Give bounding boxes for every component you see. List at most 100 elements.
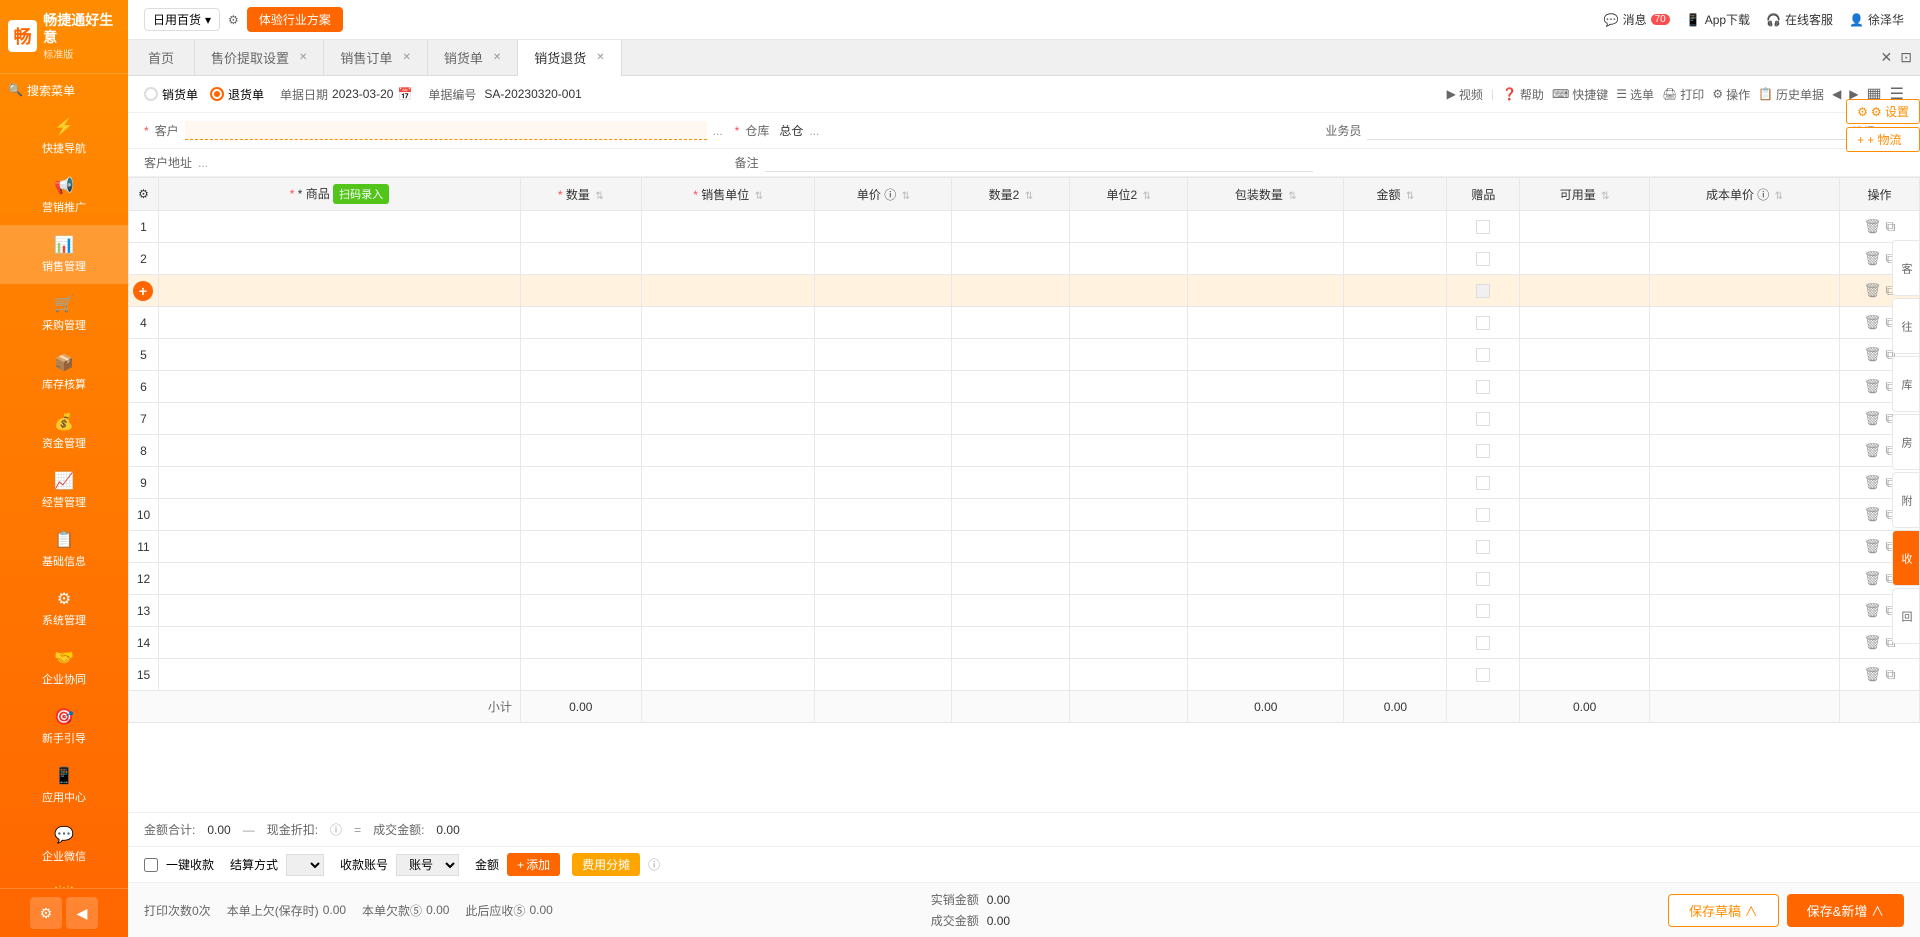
product-cell[interactable] [159,435,521,467]
right-panel-collect[interactable]: 收 [1892,530,1920,586]
unit2-cell[interactable] [1070,371,1188,403]
gift-cell[interactable] [1447,563,1520,595]
sale-unit-cell[interactable] [641,595,815,627]
qty-cell[interactable] [520,595,641,627]
qty-cell[interactable] [520,371,641,403]
cost-price-cell[interactable] [1649,595,1839,627]
add-row-button[interactable]: + [133,281,153,301]
copy-row-icon[interactable]: ⧉ [1885,666,1895,683]
qty2-cell[interactable] [952,531,1070,563]
gift-cell[interactable] [1447,243,1520,275]
gift-checkbox[interactable] [1476,572,1490,586]
sale-unit-cell[interactable] [641,563,815,595]
unit-price-cell[interactable] [815,435,952,467]
cost-price-cell[interactable] [1649,467,1839,499]
available-cell[interactable] [1520,467,1650,499]
delete-row-icon[interactable]: 🗑 [1864,250,1882,267]
cost-price-cell[interactable] [1649,339,1839,371]
unit-price-cell[interactable] [815,499,952,531]
qty2-sort-icon[interactable]: ⇅ [1025,191,1033,202]
product-cell[interactable] [159,243,521,275]
avail-sort-icon[interactable]: ⇅ [1601,191,1609,202]
cost-price-cell[interactable] [1649,435,1839,467]
delete-row-icon[interactable]: 🗑 [1864,538,1882,555]
gear-settings-icon[interactable]: ⚙ [228,13,239,27]
pkg-sort-icon[interactable]: ⇅ [1288,191,1296,202]
gift-cell[interactable] [1447,339,1520,371]
available-cell[interactable] [1520,211,1650,243]
sale-unit-cell[interactable] [641,371,815,403]
unit2-cell[interactable] [1070,435,1188,467]
pkg-qty-cell-active[interactable] [1188,275,1344,307]
available-cell[interactable] [1520,563,1650,595]
qty2-cell[interactable] [952,563,1070,595]
amount-cell[interactable] [1344,595,1447,627]
tab-sales-delivery-close[interactable]: ✕ [493,52,501,63]
delete-row-icon[interactable]: 🗑 [1864,314,1882,331]
gift-checkbox[interactable] [1476,604,1490,618]
delete-row-icon[interactable]: 🗑 [1864,442,1882,459]
unit2-cell-active[interactable] [1070,275,1188,307]
right-panel-room[interactable]: 房 [1892,414,1920,470]
sidebar-item-enterprise[interactable]: 🤝 企业协同 [0,638,128,697]
amount-cell[interactable] [1344,339,1447,371]
right-panel-customer[interactable]: 客 [1892,240,1920,296]
right-panel-attach[interactable]: 附 [1892,472,1920,528]
gift-cell[interactable] [1447,307,1520,339]
qty2-cell[interactable] [952,627,1070,659]
address-dots[interactable]: ... [198,156,208,170]
qty-cell[interactable] [520,499,641,531]
customer-dots[interactable]: ... [713,124,723,138]
available-cell[interactable] [1520,499,1650,531]
cost-price-cell-active[interactable] [1649,275,1839,307]
available-cell[interactable] [1520,627,1650,659]
close-tab-icon[interactable]: ✕ [1881,49,1893,66]
amount-sort-icon[interactable]: ⇅ [1406,191,1414,202]
maximize-tab-icon[interactable]: ⊡ [1900,49,1912,66]
qty2-cell[interactable] [952,499,1070,531]
amount-cell[interactable] [1344,531,1447,563]
tab-home[interactable]: 首页 [128,40,195,76]
sale-unit-cell[interactable] [641,467,815,499]
tab-sales-delivery[interactable]: 销货单 ✕ [428,40,518,76]
tab-sales-order-close[interactable]: ✕ [402,52,410,63]
gift-checkbox-active[interactable] [1476,284,1490,298]
shortcuts-btn[interactable]: ⌨ 快捷键 [1552,86,1608,103]
product-cell[interactable] [159,531,521,563]
cost-price-cell[interactable] [1649,563,1839,595]
available-cell-active[interactable] [1520,275,1650,307]
gift-cell[interactable] [1447,499,1520,531]
delete-row-icon[interactable]: 🗑 [1864,282,1882,299]
unit-price-cell-active[interactable] [815,275,952,307]
history-btn[interactable]: 📋 历史单据 [1758,86,1824,103]
unit2-cell[interactable] [1070,307,1188,339]
unit-price-cell[interactable] [815,243,952,275]
amount-cell[interactable] [1344,307,1447,339]
pkg-qty-cell[interactable] [1188,371,1344,403]
copy-row-icon[interactable]: ⧉ [1885,218,1895,235]
tab-sale-price-close[interactable]: ✕ [299,52,307,63]
gift-cell[interactable] [1447,531,1520,563]
product-cell[interactable] [159,499,521,531]
right-panel-inventory[interactable]: 库 [1892,356,1920,412]
add-payment-btn[interactable]: + 添加 [507,853,560,876]
product-input[interactable] [163,284,516,298]
gift-checkbox[interactable] [1476,380,1490,394]
discount-info-icon[interactable]: ⓘ [330,821,342,838]
gift-checkbox[interactable] [1476,252,1490,266]
product-cell-active[interactable] [159,275,521,307]
unit-price-cell[interactable] [815,211,952,243]
sale-radio[interactable]: 销货单 [144,86,198,103]
return-radio[interactable]: 退货单 [210,86,264,103]
available-cell[interactable] [1520,339,1650,371]
product-cell[interactable] [159,211,521,243]
gift-cell[interactable] [1447,403,1520,435]
delete-row-icon[interactable]: 🗑 [1864,570,1882,587]
pkg-qty-cell[interactable] [1188,307,1344,339]
delete-row-icon[interactable]: 🗑 [1864,378,1882,395]
unit2-cell[interactable] [1070,243,1188,275]
calendar-icon[interactable]: 📅 [397,87,412,101]
pkg-qty-cell[interactable] [1188,211,1344,243]
tab-sales-return[interactable]: 销货退货 ✕ [518,40,621,76]
operate-btn[interactable]: ⚙ 操作 [1712,86,1750,103]
